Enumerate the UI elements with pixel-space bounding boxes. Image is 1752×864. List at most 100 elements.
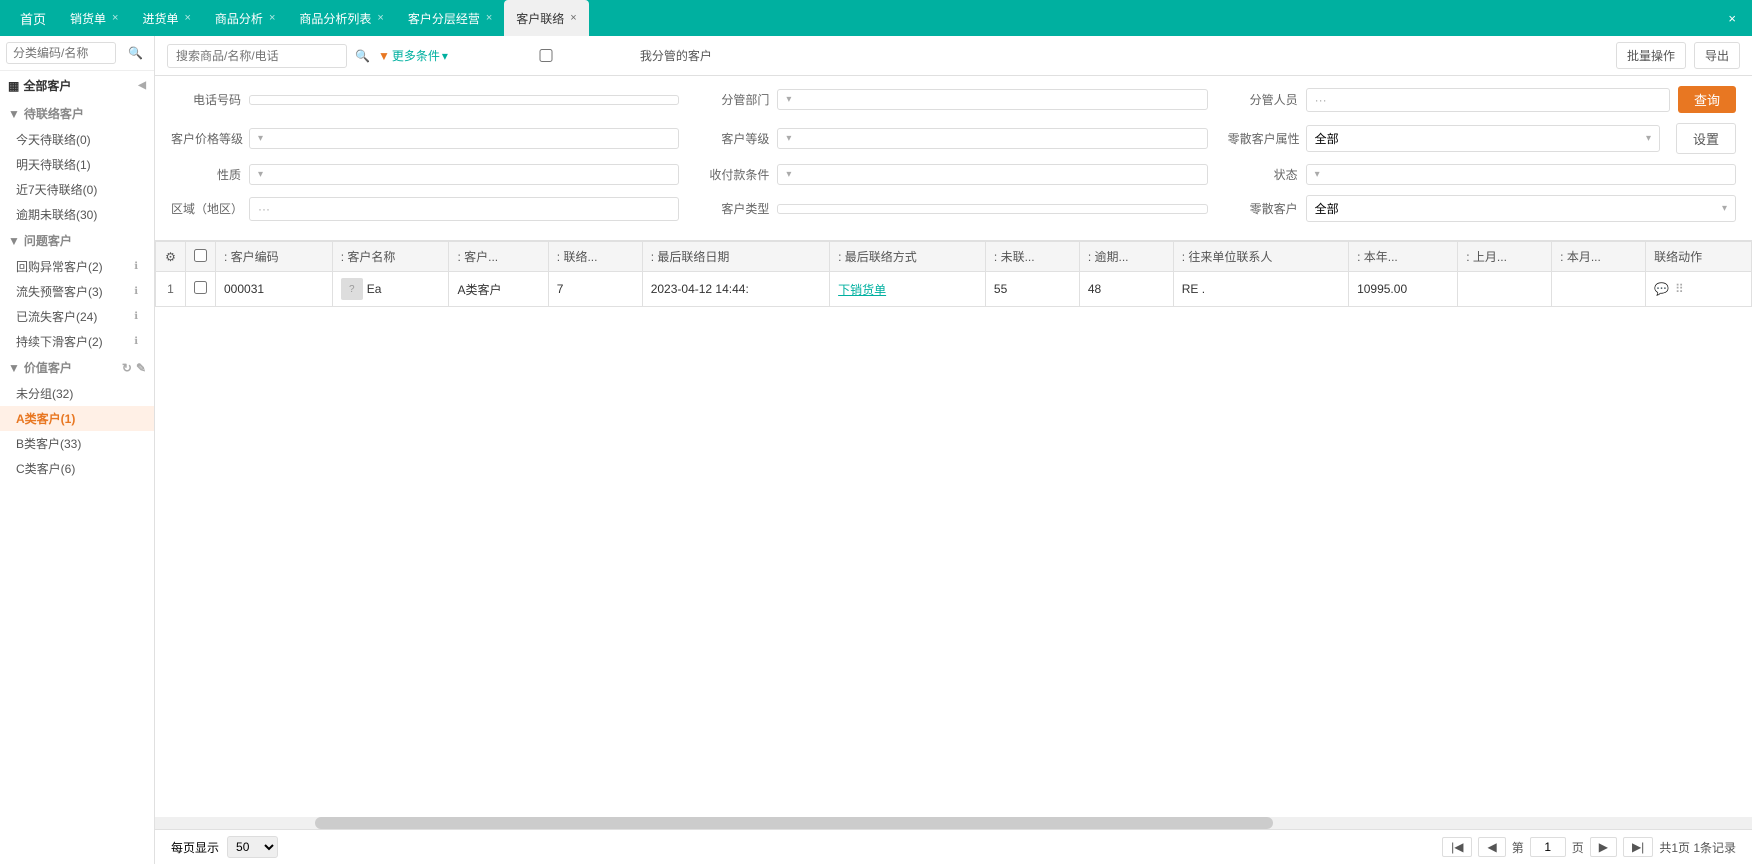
horizontal-scrollbar[interactable] <box>155 817 1752 829</box>
qr-icon[interactable]: ⠿ <box>1675 282 1684 296</box>
close-product-analysis[interactable]: × <box>269 12 275 24</box>
query-btn[interactable]: 查询 <box>1678 86 1736 113</box>
th-this-month[interactable]: : 本月... <box>1552 242 1646 272</box>
filter-status: 状态 ▾ <box>1228 164 1736 185</box>
th-last-type[interactable]: : 最后联络方式 <box>830 242 986 272</box>
sidebar-item-loss-warning[interactable]: 流失预警客户(3) ℹ <box>0 279 154 304</box>
more-conditions-btn[interactable]: ▼ 更多条件 ▾ <box>378 47 448 64</box>
sidebar-item-7days-contact[interactable]: 近7天待联络(0) <box>0 177 154 202</box>
nav-purchase-order[interactable]: 进货单 × <box>130 0 202 36</box>
th-this-month-sort: : <box>1560 250 1567 264</box>
close-all-tabs[interactable]: × <box>1728 11 1744 26</box>
page-number-input[interactable] <box>1530 837 1566 857</box>
row-select-checkbox[interactable] <box>194 281 207 294</box>
filter-customer-level-select[interactable]: ▾ <box>777 128 1207 149</box>
filter-icon: ▼ <box>378 49 390 63</box>
filter-person-input[interactable]: ··· <box>1306 88 1670 112</box>
value-customers-header[interactable]: ▼ 价值客户 ↻ ✎ <box>0 354 154 381</box>
close-purchase-order[interactable]: × <box>184 12 190 24</box>
my-customers-checkbox[interactable] <box>456 49 636 62</box>
row-name[interactable]: ? Ea <box>332 272 449 307</box>
sidebar-item-unclassified[interactable]: 未分组(32) <box>0 381 154 406</box>
th-not-contacted-sort: : <box>994 250 1001 264</box>
my-customers-filter[interactable]: 我分管的客户 <box>456 47 712 64</box>
sidebar-item-tomorrow-contact[interactable]: 明天待联络(1) <box>0 152 154 177</box>
filter-retail: 零散客户 全部▾ <box>1228 195 1736 222</box>
sidebar-item-declining[interactable]: 持续下滑客户(2) ℹ <box>0 329 154 354</box>
comment-icon[interactable]: 💬 <box>1654 282 1669 296</box>
th-code[interactable]: : 客户编码 <box>216 242 333 272</box>
filter-status-select[interactable]: ▾ <box>1306 164 1736 185</box>
nav-sales-order[interactable]: 销货单 × <box>58 0 130 36</box>
info-icon: ℹ <box>134 311 138 322</box>
filter-nature-select[interactable]: ▾ <box>249 164 679 185</box>
th-contact-count[interactable]: : 联络... <box>548 242 642 272</box>
sidebar-collapse-icon[interactable]: ◀ <box>138 80 146 91</box>
last-page-btn[interactable]: ▶| <box>1623 837 1653 857</box>
th-last-date[interactable]: : 最后联络日期 <box>642 242 829 272</box>
nav-customer-contact[interactable]: 客户联络 × <box>504 0 588 36</box>
sidebar-item-c-class[interactable]: C类客户(6) <box>0 456 154 481</box>
row-last-type[interactable]: 下销货单 <box>830 272 986 307</box>
th-level[interactable]: : 客户... <box>449 242 548 272</box>
settings-btn[interactable]: 设置 <box>1676 123 1736 154</box>
th-contact-person[interactable]: : 往来单位联系人 <box>1173 242 1348 272</box>
select-all-checkbox[interactable] <box>194 249 207 262</box>
filter-payment-select[interactable]: ▾ <box>777 164 1207 185</box>
batch-ops-btn[interactable]: 批量操作 <box>1616 42 1686 69</box>
close-product-analysis-list[interactable]: × <box>377 12 383 24</box>
close-sales-order[interactable]: × <box>112 12 118 24</box>
prev-page-btn[interactable]: ◀ <box>1478 837 1505 857</box>
sidebar-item-a-class[interactable]: A类客户(1) <box>0 406 154 431</box>
filter-price-level: 客户价格等级 ▾ <box>171 123 679 154</box>
sidebar-item-lost[interactable]: 已流失客户(24) ℹ <box>0 304 154 329</box>
filter-dept-select[interactable]: ▾ <box>777 89 1207 110</box>
filter-region-input[interactable]: ··· <box>249 197 679 221</box>
th-overdue[interactable]: : 逾期... <box>1079 242 1173 272</box>
filter-customer-type-input[interactable] <box>777 204 1207 214</box>
refresh-icon[interactable]: ↻ <box>122 361 132 375</box>
close-customer-tiering[interactable]: × <box>486 12 492 24</box>
nav-home[interactable]: 首页 <box>8 0 58 36</box>
th-name[interactable]: : 客户名称 <box>332 242 449 272</box>
sidebar-search-input[interactable] <box>6 42 116 64</box>
filter-phone-input[interactable] <box>249 95 679 105</box>
filter-nature: 性质 ▾ <box>171 164 679 185</box>
row-last-date: 2023-04-12 14:44: <box>642 272 829 307</box>
sidebar-item-overdue-contact[interactable]: 逾期未联络(30) <box>0 202 154 227</box>
search-icon[interactable]: 🔍 <box>355 49 370 63</box>
edit-icon[interactable]: ✎ <box>136 361 146 375</box>
filter-phone-label: 电话号码 <box>171 91 241 108</box>
filter-dept-label: 分管部门 <box>699 91 769 108</box>
pagination-bar: 每页显示 50 100 200 |◀ ◀ 第 页 ▶ ▶| 共1页 1条记录 <box>155 829 1752 864</box>
filter-price-level-select[interactable]: ▾ <box>249 128 679 149</box>
nav-customer-tiering[interactable]: 客户分层经营 × <box>396 0 504 36</box>
sidebar-item-today-contact[interactable]: 今天待联络(0) <box>0 127 154 152</box>
next-page-btn[interactable]: ▶ <box>1590 837 1617 857</box>
all-customers-header[interactable]: ▦ 全部客户 ◀ <box>0 71 154 100</box>
row-checkbox[interactable] <box>186 272 216 307</box>
value-customers-icons: ↻ ✎ <box>122 361 146 375</box>
filter-price-level-label: 客户价格等级 <box>171 130 241 147</box>
sidebar-item-b-class[interactable]: B类客户(33) <box>0 431 154 456</box>
sidebar-search-icon[interactable]: 🔍 <box>128 46 143 60</box>
first-page-btn[interactable]: |◀ <box>1442 837 1472 857</box>
search-input[interactable] <box>167 44 347 68</box>
export-btn[interactable]: 导出 <box>1694 42 1740 69</box>
th-last-month[interactable]: : 上月... <box>1458 242 1552 272</box>
filter-retail-select[interactable]: 全部▾ <box>1306 195 1736 222</box>
th-not-contacted[interactable]: : 未联... <box>985 242 1079 272</box>
filter-retail-attr-select[interactable]: 全部▾ <box>1306 125 1660 152</box>
last-contact-type-link[interactable]: 下销货单 <box>838 283 886 297</box>
per-page-select[interactable]: 50 100 200 <box>227 836 278 858</box>
sidebar-item-repurchase-abnormal[interactable]: 回购异常客户(2) ℹ <box>0 254 154 279</box>
th-checkbox[interactable] <box>186 242 216 272</box>
th-settings[interactable]: ⚙ <box>156 242 186 272</box>
th-this-year[interactable]: : 本年... <box>1349 242 1458 272</box>
close-customer-contact[interactable]: × <box>570 12 576 24</box>
data-table-area: ⚙ : 客户编码 : 客户名称 : 客户... : 联络... : 最后联络日期… <box>155 241 1752 817</box>
nav-product-analysis-list[interactable]: 商品分析列表 × <box>287 0 395 36</box>
row-this-month <box>1552 272 1646 307</box>
nav-product-analysis[interactable]: 商品分析 × <box>203 0 287 36</box>
per-page-label: 每页显示 <box>171 839 219 856</box>
